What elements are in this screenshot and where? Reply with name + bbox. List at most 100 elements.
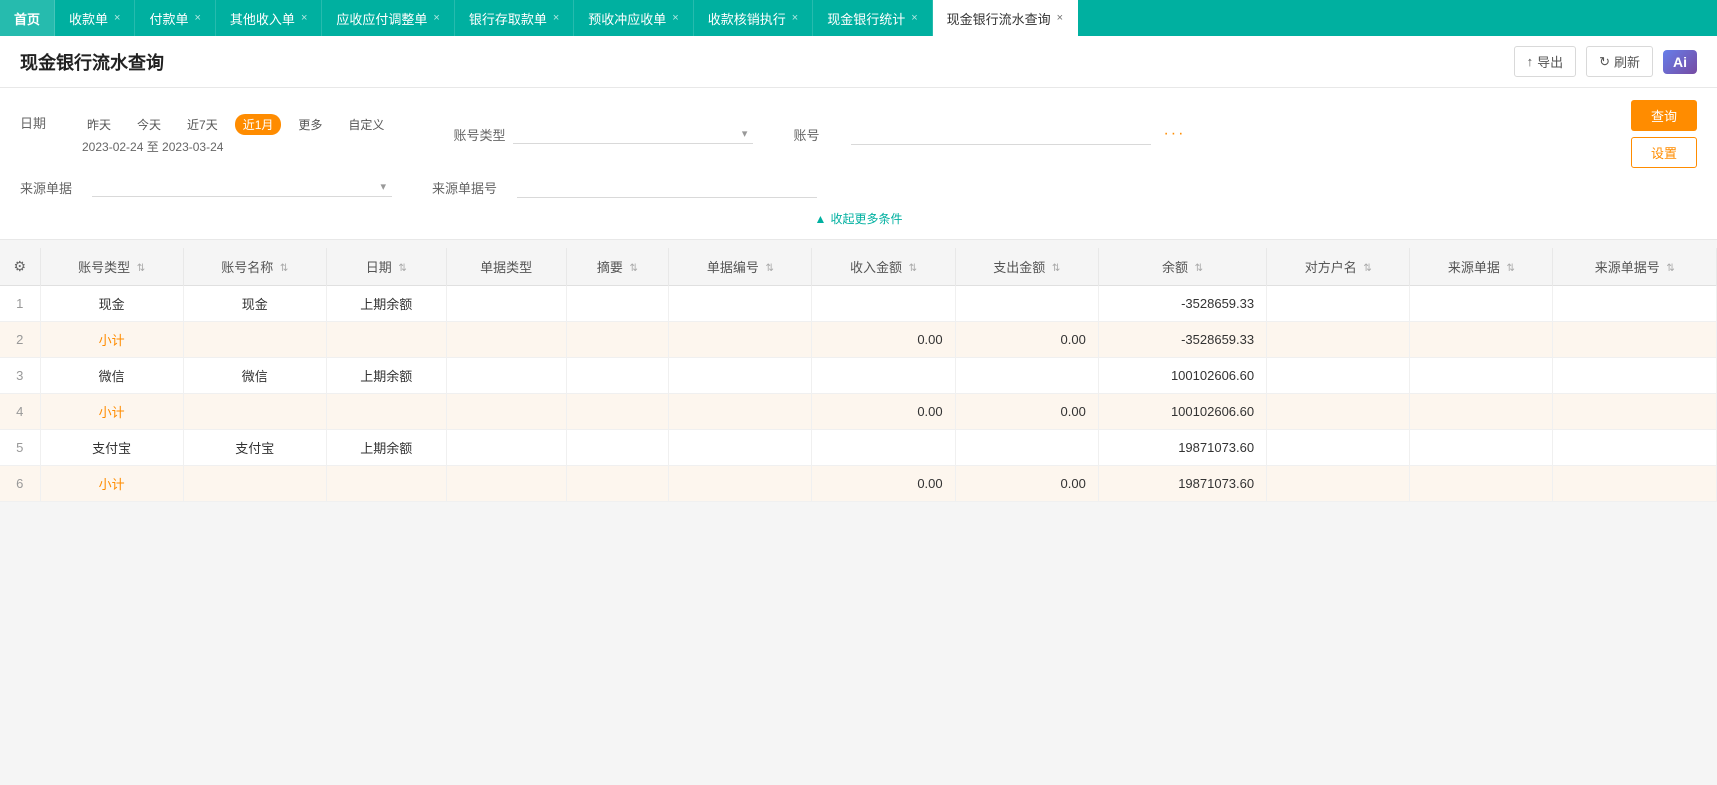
table-row: 4小计0.000.00100102606.60 xyxy=(0,394,1717,430)
nav-payment[interactable]: 付款单 × xyxy=(135,0,215,36)
col-account-name-label: 账号名称 xyxy=(221,260,273,275)
date-custom[interactable]: 自定义 xyxy=(339,113,393,136)
col-source-doc-no-label: 来源单据号 xyxy=(1595,260,1660,275)
date-more[interactable]: 更多 xyxy=(289,113,331,136)
refresh-icon: ↻ xyxy=(1599,54,1610,70)
col-balance-label: 余额 xyxy=(1162,260,1188,275)
nav-home[interactable]: 首页 xyxy=(0,0,55,36)
table-row: 1现金现金上期余额-3528659.33 xyxy=(0,286,1717,322)
collapse-bar[interactable]: ▲ 收起更多条件 xyxy=(20,206,1697,229)
sort-source-doc-no-icon: ⇅ xyxy=(1666,263,1674,274)
sort-summary-icon: ⇅ xyxy=(630,263,638,274)
account-more-icon[interactable]: ··· xyxy=(1163,125,1185,143)
col-counterpart-label: 对方户名 xyxy=(1305,260,1357,275)
nav-bank-deposit-label: 银行存取款单 xyxy=(469,9,547,28)
nav-ap-adjust-label: 应收应付调整单 xyxy=(336,9,427,28)
nav-other-income[interactable]: 其他收入单 × xyxy=(216,0,322,36)
nav-cash-bank-stat-label: 现金银行统计 xyxy=(827,9,905,28)
col-account-type[interactable]: 账号类型 ⇅ xyxy=(40,248,183,286)
refresh-label: 刷新 xyxy=(1614,52,1640,71)
nav-advance-offset-label: 预收冲应收单 xyxy=(588,9,666,28)
nav-collect-exec[interactable]: 收款核销执行 × xyxy=(694,0,813,36)
settings-button[interactable]: 设置 xyxy=(1631,137,1697,168)
refresh-button[interactable]: ↻ 刷新 xyxy=(1586,46,1653,77)
nav-receipt[interactable]: 收款单 × xyxy=(55,0,135,36)
nav-ap-adjust[interactable]: 应收应付调整单 × xyxy=(322,0,454,36)
account-type-label: 账号类型 xyxy=(453,125,505,144)
sort-date-icon: ⇅ xyxy=(398,263,406,274)
ai-badge[interactable]: Ai xyxy=(1663,50,1697,74)
account-type-select[interactable]: ▾ xyxy=(513,124,753,144)
col-income[interactable]: 收入金额 ⇅ xyxy=(812,248,955,286)
nav-cash-bank-flow-label: 现金银行流水查询 xyxy=(947,9,1051,28)
table-row: 5支付宝支付宝上期余额19871073.60 xyxy=(0,430,1717,466)
nav-cash-bank-stat[interactable]: 现金银行统计 × xyxy=(813,0,932,36)
nav-bank-deposit-close[interactable]: × xyxy=(553,12,559,24)
export-button[interactable]: ↑ 导出 xyxy=(1514,46,1577,77)
source-doc-arrow-icon: ▾ xyxy=(380,180,386,193)
sort-expense-icon: ⇅ xyxy=(1052,263,1060,274)
col-doc-no[interactable]: 单据编号 ⇅ xyxy=(669,248,812,286)
nav-cash-bank-flow-close[interactable]: × xyxy=(1057,12,1063,24)
sort-account-type-icon: ⇅ xyxy=(137,263,145,274)
nav-advance-offset-close[interactable]: × xyxy=(672,12,678,24)
date-1month[interactable]: 近1月 xyxy=(235,114,282,135)
col-source-doc-no[interactable]: 来源单据号 ⇅ xyxy=(1553,248,1717,286)
action-buttons: 查询 设置 xyxy=(1631,100,1697,168)
col-doc-type-label: 单据类型 xyxy=(480,260,532,275)
nav-cash-bank-stat-close[interactable]: × xyxy=(911,12,917,24)
col-date-label: 日期 xyxy=(366,260,392,275)
col-balance[interactable]: 余额 ⇅ xyxy=(1098,248,1266,286)
source-doc-num-input[interactable] xyxy=(517,176,817,198)
source-doc-select[interactable]: ▾ xyxy=(92,177,392,197)
col-settings[interactable]: ⚙ xyxy=(0,248,40,286)
nav-ap-adjust-close[interactable]: × xyxy=(433,12,439,24)
nav-receipt-close[interactable]: × xyxy=(114,12,120,24)
date-shortcuts: 昨天 今天 近7天 近1月 更多 自定义 xyxy=(78,113,393,136)
sort-doc-no-icon: ⇅ xyxy=(765,263,773,274)
table-body: 1现金现金上期余额-3528659.332小计0.000.00-3528659.… xyxy=(0,286,1717,502)
page-title: 现金银行流水查询 xyxy=(20,49,164,75)
col-account-name[interactable]: 账号名称 ⇅ xyxy=(183,248,326,286)
date-today[interactable]: 今天 xyxy=(128,113,170,136)
date-7days[interactable]: 近7天 xyxy=(178,113,227,136)
nav-other-income-label: 其他收入单 xyxy=(230,9,295,28)
col-expense-label: 支出金额 xyxy=(993,260,1045,275)
table-header-row: ⚙ 账号类型 ⇅ 账号名称 ⇅ 日期 ⇅ 单据类型 摘要 xyxy=(0,248,1717,286)
nav-bank-deposit[interactable]: 银行存取款单 × xyxy=(455,0,574,36)
col-summary[interactable]: 摘要 ⇅ xyxy=(566,248,669,286)
table-settings-icon[interactable]: ⚙ xyxy=(13,258,26,274)
nav-collect-exec-close[interactable]: × xyxy=(792,12,798,24)
filter-area: 日期 昨天 今天 近7天 近1月 更多 自定义 2023-02-24 至 202… xyxy=(0,88,1717,240)
nav-payment-label: 付款单 xyxy=(149,9,188,28)
account-type-arrow-icon: ▾ xyxy=(742,127,748,140)
nav-other-income-close[interactable]: × xyxy=(301,12,307,24)
date-yesterday[interactable]: 昨天 xyxy=(78,113,120,136)
export-icon: ↑ xyxy=(1527,54,1534,69)
col-doc-type[interactable]: 单据类型 xyxy=(446,248,566,286)
filter-row-1: 日期 昨天 今天 近7天 近1月 更多 自定义 2023-02-24 至 202… xyxy=(20,100,1697,168)
nav-advance-offset[interactable]: 预收冲应收单 × xyxy=(574,0,693,36)
account-label: 账号 xyxy=(793,125,843,144)
date-label: 日期 xyxy=(20,113,70,132)
sort-income-icon: ⇅ xyxy=(909,263,917,274)
date-range: 2023-02-24 至 2023-03-24 xyxy=(82,138,393,155)
table-container: ⚙ 账号类型 ⇅ 账号名称 ⇅ 日期 ⇅ 单据类型 摘要 xyxy=(0,248,1717,502)
table-row: 6小计0.000.0019871073.60 xyxy=(0,466,1717,502)
col-source-doc-label: 来源单据 xyxy=(1448,260,1500,275)
col-counterpart[interactable]: 对方户名 ⇅ xyxy=(1267,248,1410,286)
sort-balance-icon: ⇅ xyxy=(1195,263,1203,274)
nav-cash-bank-flow[interactable]: 现金银行流水查询 × xyxy=(933,0,1078,36)
source-doc-num-label: 来源单据号 xyxy=(432,178,497,197)
search-button[interactable]: 查询 xyxy=(1631,100,1697,131)
nav-home-label: 首页 xyxy=(14,9,40,28)
source-doc-label: 来源单据 xyxy=(20,178,72,197)
nav-payment-close[interactable]: × xyxy=(194,12,200,24)
col-date[interactable]: 日期 ⇅ xyxy=(326,248,446,286)
col-expense[interactable]: 支出金额 ⇅ xyxy=(955,248,1098,286)
account-input[interactable] xyxy=(851,123,1151,145)
col-income-label: 收入金额 xyxy=(850,260,902,275)
filter-row-2: 来源单据 ▾ 来源单据号 xyxy=(20,176,1697,198)
col-source-doc[interactable]: 来源单据 ⇅ xyxy=(1410,248,1553,286)
col-summary-label: 摘要 xyxy=(597,260,623,275)
